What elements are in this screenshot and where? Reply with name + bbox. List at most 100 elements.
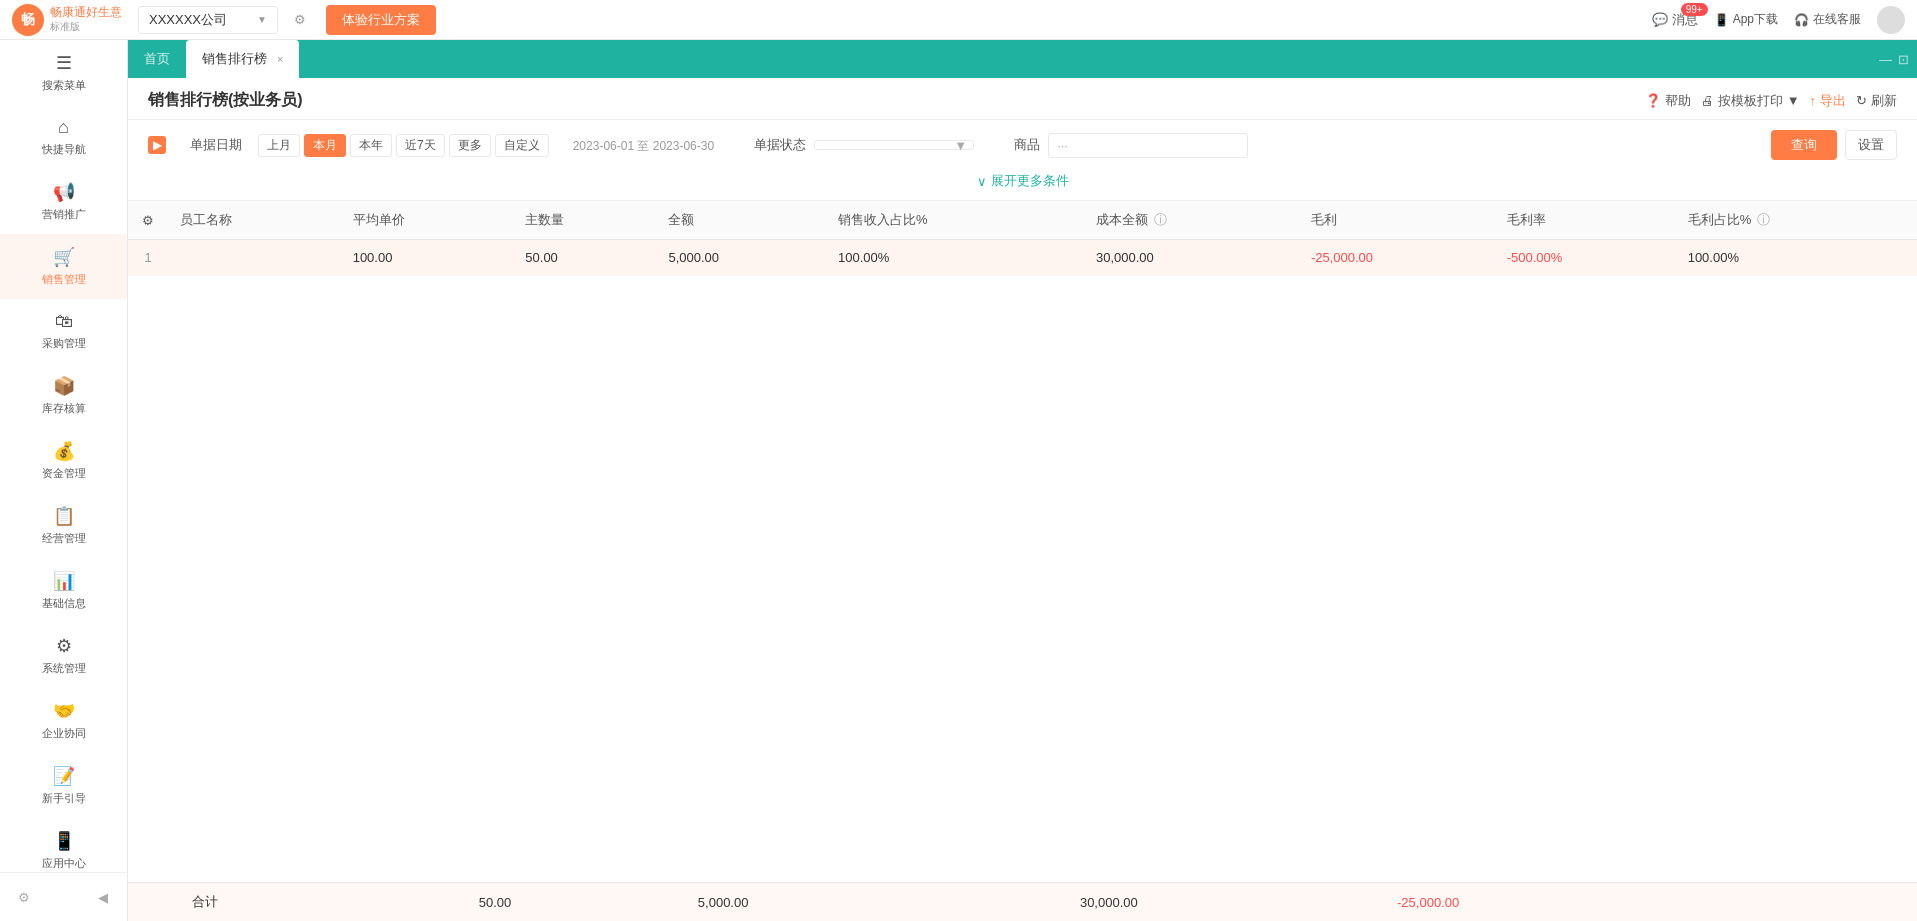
headset-icon: 🎧 [1794,13,1809,27]
sidebar-label-shortcut: 快捷导航 [42,142,86,157]
guide-icon: 📝 [53,765,75,787]
app-download-link[interactable]: 📱 App下载 [1714,11,1778,28]
experience-button[interactable]: 体验行业方案 [326,5,436,35]
help-button[interactable]: ❓ 帮助 [1645,92,1691,110]
footer-label: 合计 [180,893,374,911]
tab-home-label: 首页 [144,50,170,68]
goods-label: 商品 [1014,136,1040,154]
tab-sales-rank[interactable]: 销售排行榜 × [186,40,299,78]
app-edition: 标准版 [50,20,122,34]
sidebar-item-operations[interactable]: 📋 经营管理 [0,493,127,558]
table-container: ⚙ 员工名称 平均单价 主数量 [128,201,1917,882]
user-avatar[interactable] [1877,6,1905,34]
expand-more-conditions[interactable]: ∨ 展开更多条件 [977,172,1069,190]
company-settings-icon[interactable]: ⚙ [286,6,314,34]
sidebar-item-marketing[interactable]: 📢 营销推广 [0,169,127,234]
page-title: 销售排行榜(按业务员) [148,90,303,111]
tab-home[interactable]: 首页 [128,40,186,78]
table-footer: 合计 50.00 5,000.00 30,000.00 -25,000.00 [128,882,1917,921]
sidebar-settings-icon[interactable]: ⚙ [10,883,38,911]
refresh-button[interactable]: ↻ 刷新 [1856,92,1897,110]
sales-pct-value: 100.00% [826,240,1084,276]
sidebar-label-basic: 基础信息 [42,596,86,611]
tab-minimize-icon[interactable]: — [1879,52,1892,67]
goods-more-icon[interactable]: ··· [1057,138,1068,153]
sales-rank-table: ⚙ 员工名称 平均单价 主数量 [128,201,1917,276]
avg-price: 100.00 [341,240,514,276]
footer-sales-pct [975,893,1068,911]
col-avg-price: 平均单价 [341,201,514,240]
online-service-link[interactable]: 🎧 在线客服 [1794,11,1861,28]
sidebar-item-sales[interactable]: 🛒 销售管理 [0,234,127,299]
sidebar-label-sales: 销售管理 [42,272,86,287]
sidebar-item-inventory[interactable]: 📦 库存核算 [0,363,127,428]
system-icon: ⚙ [56,635,72,657]
amount-value: 5,000.00 [656,240,826,276]
sidebar-item-purchase[interactable]: 🛍 采购管理 [0,299,127,363]
expand-label: 展开更多条件 [991,172,1069,190]
employee-name [168,240,341,276]
date-custom-btn[interactable]: 自定义 [495,134,549,157]
date-prev-btn[interactable]: 上月 [258,134,300,157]
sidebar-item-apps[interactable]: 📱 应用中心 [0,818,127,872]
sidebar-item-search[interactable]: ☰ 搜索菜单 [0,40,127,105]
print-button[interactable]: 🖨 按模板打印 ▼ [1701,92,1800,110]
col-gross-pct: 毛利占比% ⓘ [1676,201,1917,240]
app-logo: 畅 畅康通好生意 标准版 [12,4,122,36]
table-row: 1 100.00 50.00 5,000.00 100.00% 30,000.0… [128,240,1917,276]
company-selector[interactable]: XXXXXX公司 ▼ [138,6,278,34]
export-button[interactable]: ↑ 导出 [1810,92,1847,110]
cost-value: 30,000.00 [1084,240,1299,276]
footer-avg-price [374,893,467,911]
tab-close-icon[interactable]: × [277,53,283,65]
sidebar-item-basic[interactable]: 📊 基础信息 [0,558,127,623]
sidebar-label-system: 系统管理 [42,661,86,676]
query-button[interactable]: 查询 [1771,130,1837,160]
date-label: 单据日期 [190,136,242,154]
date-this-btn[interactable]: 本月 [304,134,346,157]
print-icon: 🖨 [1701,93,1714,108]
company-name: XXXXXX公司 [149,11,251,29]
goods-select[interactable]: ··· [1048,133,1248,158]
gear-icon[interactable]: ⚙ [142,213,154,228]
cost-info-icon[interactable]: ⓘ [1154,212,1167,227]
footer-gross-pct [1812,893,1905,911]
sidebar-label-search: 搜索菜单 [42,78,86,93]
col-qty: 主数量 [513,201,656,240]
sidebar-item-finance[interactable]: 💰 资金管理 [0,428,127,493]
notification-area[interactable]: 💬 消息 99+ [1652,11,1698,29]
qty-value: 50.00 [513,240,656,276]
sidebar-label-marketing: 营销推广 [42,207,86,222]
footer-amount: 5,000.00 [686,893,975,911]
sidebar-item-collab[interactable]: 🤝 企业协同 [0,688,127,753]
collab-icon: 🤝 [53,700,75,722]
basic-icon: 📊 [53,570,75,592]
date-btn-group: 上月 本月 本年 近7天 更多 自定义 [258,134,549,157]
status-arrow-icon: ▼ [954,138,967,153]
refresh-icon: ↻ [1856,93,1867,108]
sidebar-item-shortcut[interactable]: ⌂ 快捷导航 [0,105,127,169]
date-year-btn[interactable]: 本年 [350,134,392,157]
status-select[interactable]: ▼ [814,140,974,150]
help-icon: ❓ [1645,93,1661,108]
chevron-down-expand-icon: ∨ [977,174,987,189]
settings-button[interactable]: 设置 [1845,130,1897,160]
date-range-display: 2023-06-01 至 2023-06-30 [573,138,714,155]
col-gross-rate: 毛利率 [1495,201,1676,240]
chevron-down-icon: ▼ [257,14,267,25]
col-settings[interactable]: ⚙ [128,201,168,240]
tab-maximize-icon[interactable]: ⊡ [1898,52,1909,67]
export-icon: ↑ [1810,93,1817,108]
sidebar-collapse-icon[interactable]: ◀ [89,883,117,911]
search-menu-icon: ☰ [56,52,72,74]
filter-expand-icon[interactable]: ▶ [148,136,166,154]
apps-icon: 📱 [53,830,75,852]
gross-pct-info-icon[interactable]: ⓘ [1757,212,1770,227]
date-more-btn[interactable]: 更多 [449,134,491,157]
col-cost: 成本全额 ⓘ [1084,201,1299,240]
sidebar-item-guide[interactable]: 📝 新手引导 [0,753,127,818]
sidebar-item-system[interactable]: ⚙ 系统管理 [0,623,127,688]
date-7days-btn[interactable]: 近7天 [396,134,445,157]
col-sales-pct: 销售收入占比% [826,201,1084,240]
col-gross: 毛利 [1299,201,1495,240]
